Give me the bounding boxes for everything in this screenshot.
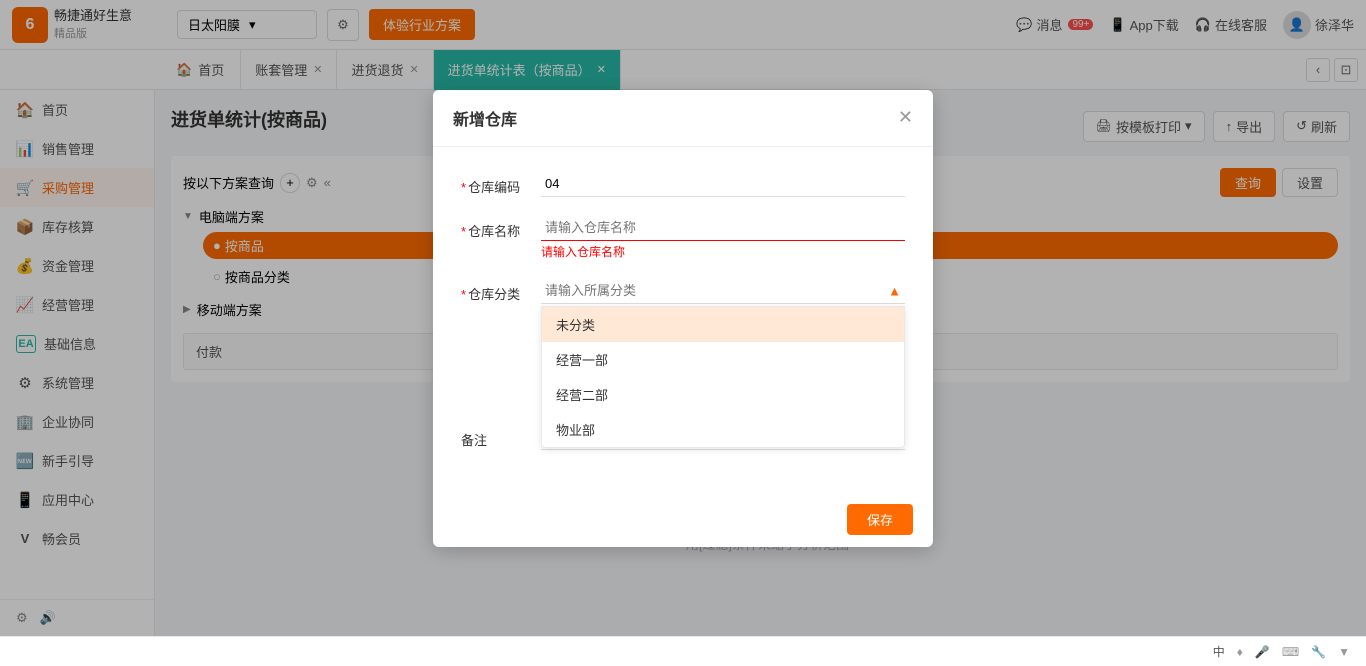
dialog-header: 新增仓库 ✕ (433, 90, 933, 147)
category-input[interactable] (541, 278, 905, 304)
dialog-add-warehouse: 新增仓库 ✕ 仓库编码 仓库名称 请输入仓库名称 仓库分类 (433, 90, 933, 547)
save-button[interactable]: 保存 (847, 504, 913, 535)
dialog-title: 新增仓库 (453, 106, 517, 130)
status-dot: ♦ (1237, 645, 1243, 659)
form-row-category: 仓库分类 ▲ 未分类 经营一部 经营二部 物业部 (461, 278, 905, 304)
modal-overlay: 新增仓库 ✕ 仓库编码 仓库名称 请输入仓库名称 仓库分类 (0, 0, 1366, 636)
dropdown-item-2[interactable]: 经营二部 (542, 377, 904, 412)
dropdown-item-3[interactable]: 物业部 (542, 412, 904, 447)
code-input[interactable] (541, 171, 905, 197)
status-bar: 中 ♦ 🎤 ⌨ 🔧 ▼ (0, 636, 1366, 666)
remark-label: 备注 (461, 424, 541, 449)
dropdown-item-0[interactable]: 未分类 (542, 307, 904, 342)
name-label: 仓库名称 (461, 215, 541, 240)
status-mic[interactable]: 🎤 (1255, 645, 1270, 659)
dropdown-item-1[interactable]: 经营一部 (542, 342, 904, 377)
name-error-msg: 请输入仓库名称 (541, 243, 905, 260)
category-toggle-button[interactable]: ▲ (888, 283, 901, 298)
status-keyboard[interactable]: ⌨ (1282, 645, 1299, 659)
category-dropdown: 未分类 经营一部 经营二部 物业部 (541, 306, 905, 448)
dialog-body: 仓库编码 仓库名称 请输入仓库名称 仓库分类 ▲ (433, 147, 933, 492)
name-input[interactable] (541, 215, 905, 241)
status-settings[interactable]: 🔧 (1311, 645, 1326, 659)
status-chevron[interactable]: ▼ (1338, 645, 1350, 659)
code-label: 仓库编码 (461, 171, 541, 196)
form-row-code: 仓库编码 (461, 171, 905, 197)
status-zh[interactable]: 中 (1213, 643, 1225, 660)
dialog-close-button[interactable]: ✕ (898, 107, 913, 128)
form-row-name: 仓库名称 请输入仓库名称 (461, 215, 905, 260)
category-label: 仓库分类 (461, 278, 541, 303)
dialog-footer: 保存 (433, 492, 933, 547)
